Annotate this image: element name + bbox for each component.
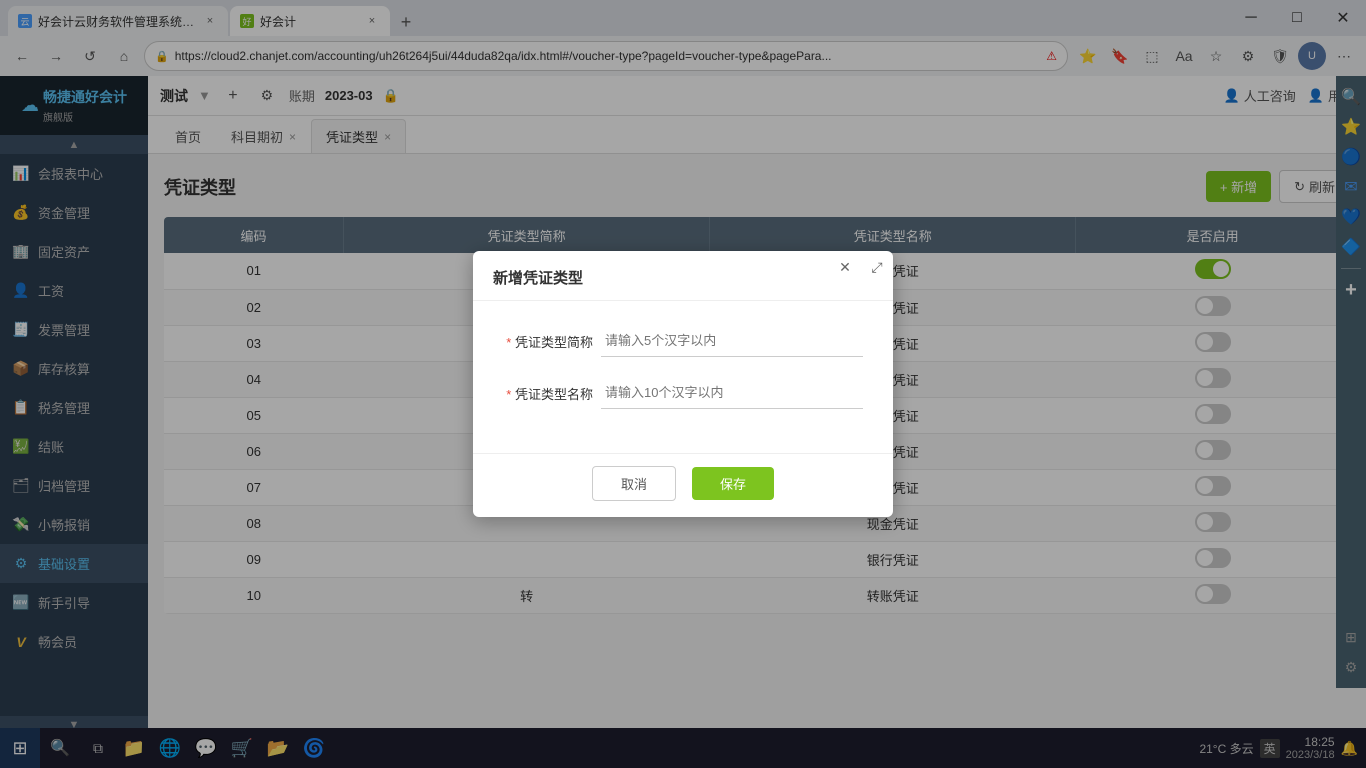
dialog-overlay: 新增凭证类型 ✕ ⤢ * 凭证类型简称 * 凭证类型名称 (0, 0, 1366, 768)
abbr-input[interactable] (601, 325, 863, 357)
dialog-close-button[interactable]: ✕ (829, 251, 861, 283)
save-button[interactable]: 保存 (692, 467, 774, 500)
add-voucher-type-dialog: 新增凭证类型 ✕ ⤢ * 凭证类型简称 * 凭证类型名称 (473, 251, 893, 517)
dialog-expand-button[interactable]: ⤢ (861, 251, 893, 283)
cancel-button[interactable]: 取消 (592, 466, 676, 501)
name-label: * 凭证类型名称 (503, 384, 593, 403)
abbr-form-row: * 凭证类型简称 (503, 325, 863, 357)
name-form-row: * 凭证类型名称 (503, 377, 863, 409)
abbr-label: * 凭证类型简称 (503, 332, 593, 351)
name-input[interactable] (601, 377, 863, 409)
